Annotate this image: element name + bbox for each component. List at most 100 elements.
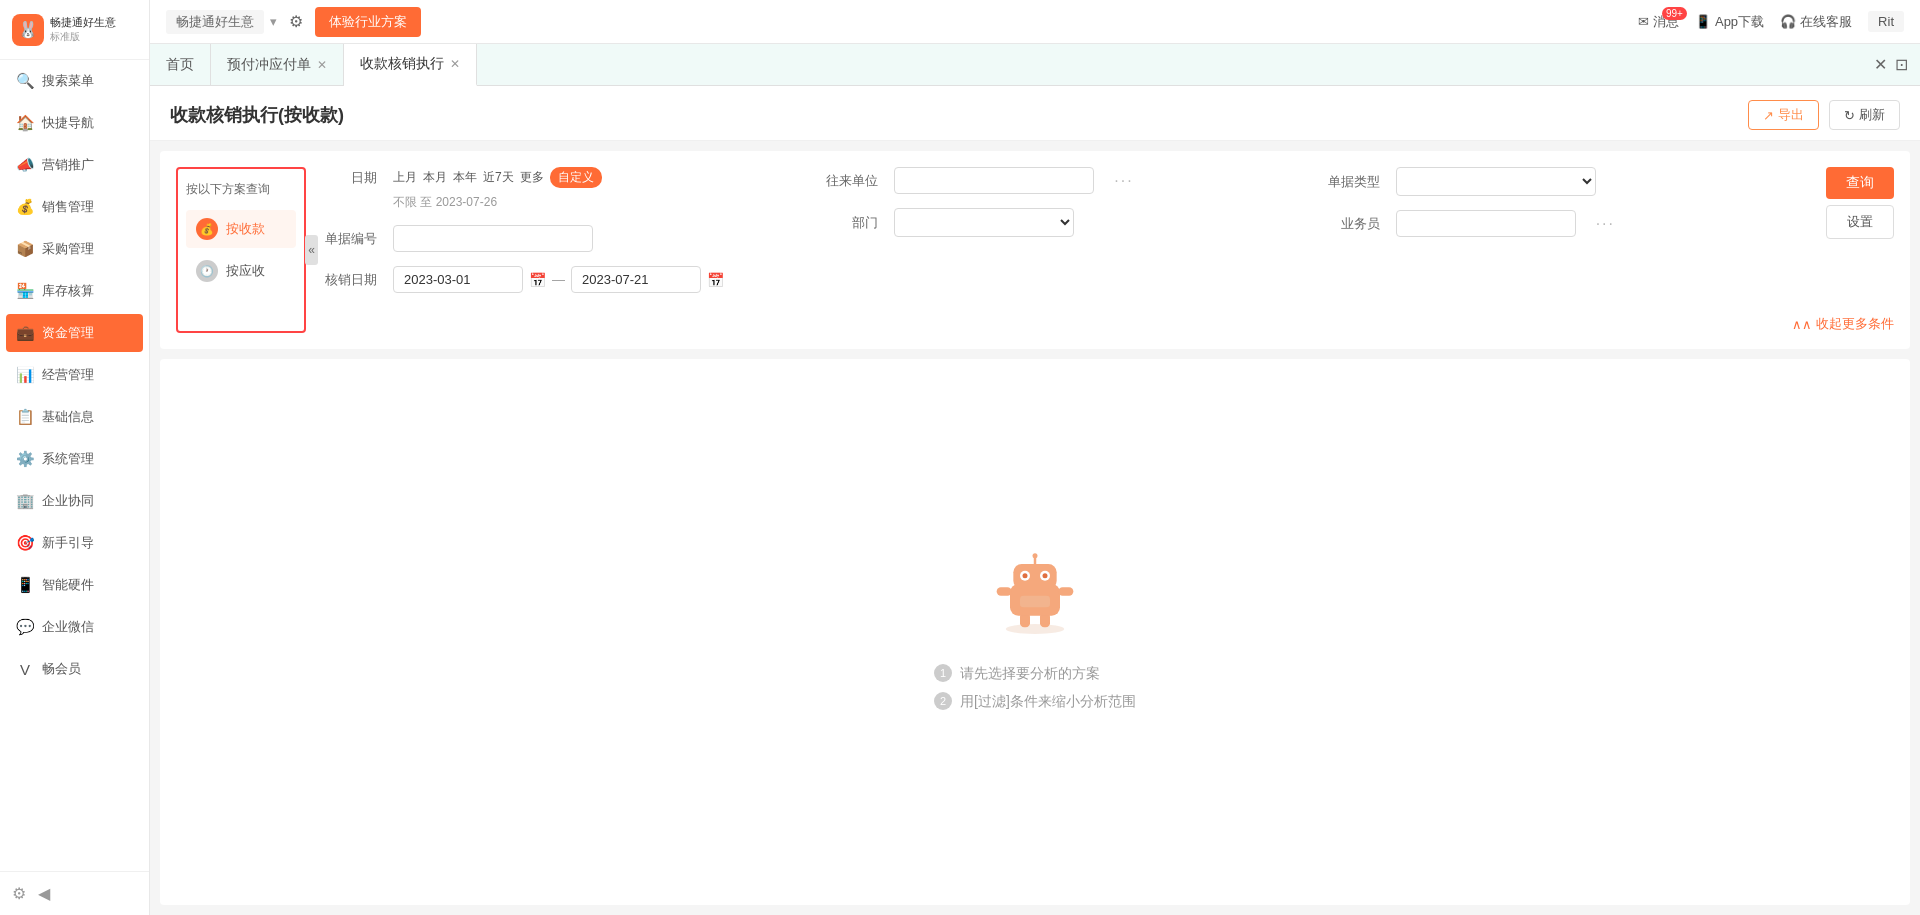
sidebar-collapse-icon[interactable]: ◀ [38,884,50,903]
tab-close-prepay[interactable]: ✕ [317,58,327,72]
sidebar-item-funds[interactable]: 💼 资金管理 [6,314,143,352]
marketing-icon: 📣 [16,156,34,174]
tip-num-1: 1 [934,664,952,682]
date-this-month[interactable]: 本月 [423,169,447,186]
staff-more-icon[interactable]: ··· [1596,215,1615,233]
sidebar-item-quick-nav[interactable]: 🏠 快捷导航 [0,102,149,144]
sidebar-logo: 🐰 畅捷通好生意 标准版 [0,0,149,60]
filter-row-doctype: 单据类型 [1325,167,1810,196]
sidebar-item-business[interactable]: 📊 经营管理 [0,354,149,396]
query-option-by-receivable[interactable]: 🕐 按应收 [186,252,296,290]
sidebar-item-inventory[interactable]: 🏪 库存核算 [0,270,149,312]
msg-icon: ✉ [1638,14,1649,29]
verify-date-start[interactable] [393,266,523,293]
chevron-down-icon[interactable]: ▾ [270,14,277,29]
svg-point-0 [1006,624,1064,634]
filter-row-dept: 部门 [823,208,1308,237]
date-custom[interactable]: 自定义 [550,167,602,188]
service-icon: 🎧 [1780,14,1796,29]
header-logo-area: 畅捷通好生意 ▾ [166,10,277,34]
tip-item-1: 1 请先选择要分析的方案 [934,659,1136,687]
header-gear-icon[interactable]: ⚙ [289,12,303,31]
header-app-btn[interactable]: 📱 App下载 [1695,13,1764,31]
query-option-by-receipt[interactable]: 💰 按收款 [186,210,296,248]
query-panel: 按以下方案查询 💰 按收款 🕐 按应收 « [176,167,306,333]
date-prev-month[interactable]: 上月 [393,169,417,186]
search-icon: 🔍 [16,72,34,90]
page-header: 收款核销执行(按收款) ↗ 导出 ↻ 刷新 [150,86,1920,141]
main-area: 畅捷通好生意 ▾ ⚙ 体验行业方案 ✉ 消息 99+ 📱 App下载 🎧 在线客… [150,0,1920,915]
sidebar-item-marketing[interactable]: 📣 营销推广 [0,144,149,186]
header-brand: 畅捷通好生意 [166,10,264,34]
action-buttons: 查询 设置 [1826,167,1894,239]
top-header: 畅捷通好生意 ▾ ⚙ 体验行业方案 ✉ 消息 99+ 📱 App下载 🎧 在线客… [150,0,1920,44]
date-7days[interactable]: 近7天 [483,169,514,186]
sidebar-item-beginner[interactable]: 🎯 新手引导 [0,522,149,564]
industry-btn[interactable]: 体验行业方案 [315,7,421,37]
tip-item-2: 2 用[过滤]条件来缩小分析范围 [934,687,1136,715]
tab-bar: 首页 预付冲应付单 ✕ 收款核销执行 ✕ ✕ ⊡ [150,44,1920,86]
verify-date-end[interactable] [571,266,701,293]
tab-home[interactable]: 首页 [150,44,211,86]
empty-tips: 1 请先选择要分析的方案 2 用[过滤]条件来缩小分析范围 [934,659,1136,715]
verify-date-label: 核销日期 [322,271,377,289]
sidebar-item-smart-hw[interactable]: 📱 智能硬件 [0,564,149,606]
doctype-label: 单据类型 [1325,173,1380,191]
docno-label: 单据编号 [322,230,377,248]
refresh-button[interactable]: ↻ 刷新 [1829,100,1900,130]
funds-icon: 💼 [16,324,34,342]
sidebar-bottom: ⚙ ◀ [0,871,149,915]
tab-receipt[interactable]: 收款核销执行 ✕ [344,44,477,86]
sidebar-item-sales[interactable]: 💰 销售管理 [0,186,149,228]
doctype-select[interactable] [1396,167,1596,196]
dept-select[interactable] [894,208,1074,237]
collapse-more-btn[interactable]: ∧∧ 收起更多条件 [1792,315,1894,333]
app-icon: 📱 [1695,14,1711,29]
sidebar-item-enterprise[interactable]: 🏢 企业协同 [0,480,149,522]
verify-date-end-cal-icon[interactable]: 📅 [707,272,724,288]
close-window-icon[interactable]: ✕ [1874,55,1887,74]
verify-date-start-cal-icon[interactable]: 📅 [529,272,546,288]
sidebar-settings-icon[interactable]: ⚙ [12,884,26,903]
sidebar-item-purchase[interactable]: 📦 采购管理 [0,228,149,270]
maximize-window-icon[interactable]: ⊡ [1895,55,1908,74]
receivable-option-icon: 🕐 [196,260,218,282]
system-icon: ⚙️ [16,450,34,468]
tab-close-receipt[interactable]: ✕ [450,57,460,71]
sidebar-item-search[interactable]: 🔍 搜索菜单 [0,60,149,102]
sidebar-item-basic-info[interactable]: 📋 基础信息 [0,396,149,438]
header-service-btn[interactable]: 🎧 在线客服 [1780,13,1852,31]
page-body: 收款核销执行(按收款) ↗ 导出 ↻ 刷新 按以下方案查询 💰 按收款 [150,86,1920,915]
wechat-icon: 💬 [16,618,34,636]
vip-icon: V [16,661,34,678]
panel-collapse-btn[interactable]: « [305,235,318,265]
counterpart-more-icon[interactable]: ··· [1114,172,1133,190]
filter-settings-button[interactable]: 设置 [1826,205,1894,239]
tip-num-2: 2 [934,692,952,710]
query-button[interactable]: 查询 [1826,167,1894,199]
sidebar-item-vip[interactable]: V 畅会员 [0,648,149,690]
date-controls: 上月 本月 本年 近7天 更多 自定义 [393,167,602,188]
staff-input[interactable] [1396,210,1576,237]
header-user: Rit [1868,11,1904,32]
logo-text: 畅捷通好生意 标准版 [50,15,116,43]
logo-icon: 🐰 [12,14,44,46]
date-this-year[interactable]: 本年 [453,169,477,186]
svg-rect-5 [1058,587,1073,595]
svg-rect-4 [997,587,1012,595]
docno-input[interactable] [393,225,593,252]
sidebar-item-wechat[interactable]: 💬 企业微信 [0,606,149,648]
filter-row-counterpart: 往来单位 ··· [823,167,1308,194]
export-button[interactable]: ↗ 导出 [1748,100,1819,130]
empty-state: 1 请先选择要分析的方案 2 用[过滤]条件来缩小分析范围 [160,359,1910,905]
sidebar: 🐰 畅捷通好生意 标准版 🔍 搜索菜单 🏠 快捷导航 📣 营销推广 💰 销售管理… [0,0,150,915]
sidebar-item-system[interactable]: ⚙️ 系统管理 [0,438,149,480]
tab-window-controls: ✕ ⊡ [1862,55,1920,74]
counterpart-input[interactable] [894,167,1094,194]
header-msg-btn[interactable]: ✉ 消息 99+ [1638,13,1679,31]
svg-point-9 [1023,573,1028,578]
staff-label: 业务员 [1325,215,1380,233]
date-more[interactable]: 更多 [520,169,544,186]
filter-row-date-no-limit: 不限 至 2023-07-26 [322,194,807,211]
tab-prepay[interactable]: 预付冲应付单 ✕ [211,44,344,86]
